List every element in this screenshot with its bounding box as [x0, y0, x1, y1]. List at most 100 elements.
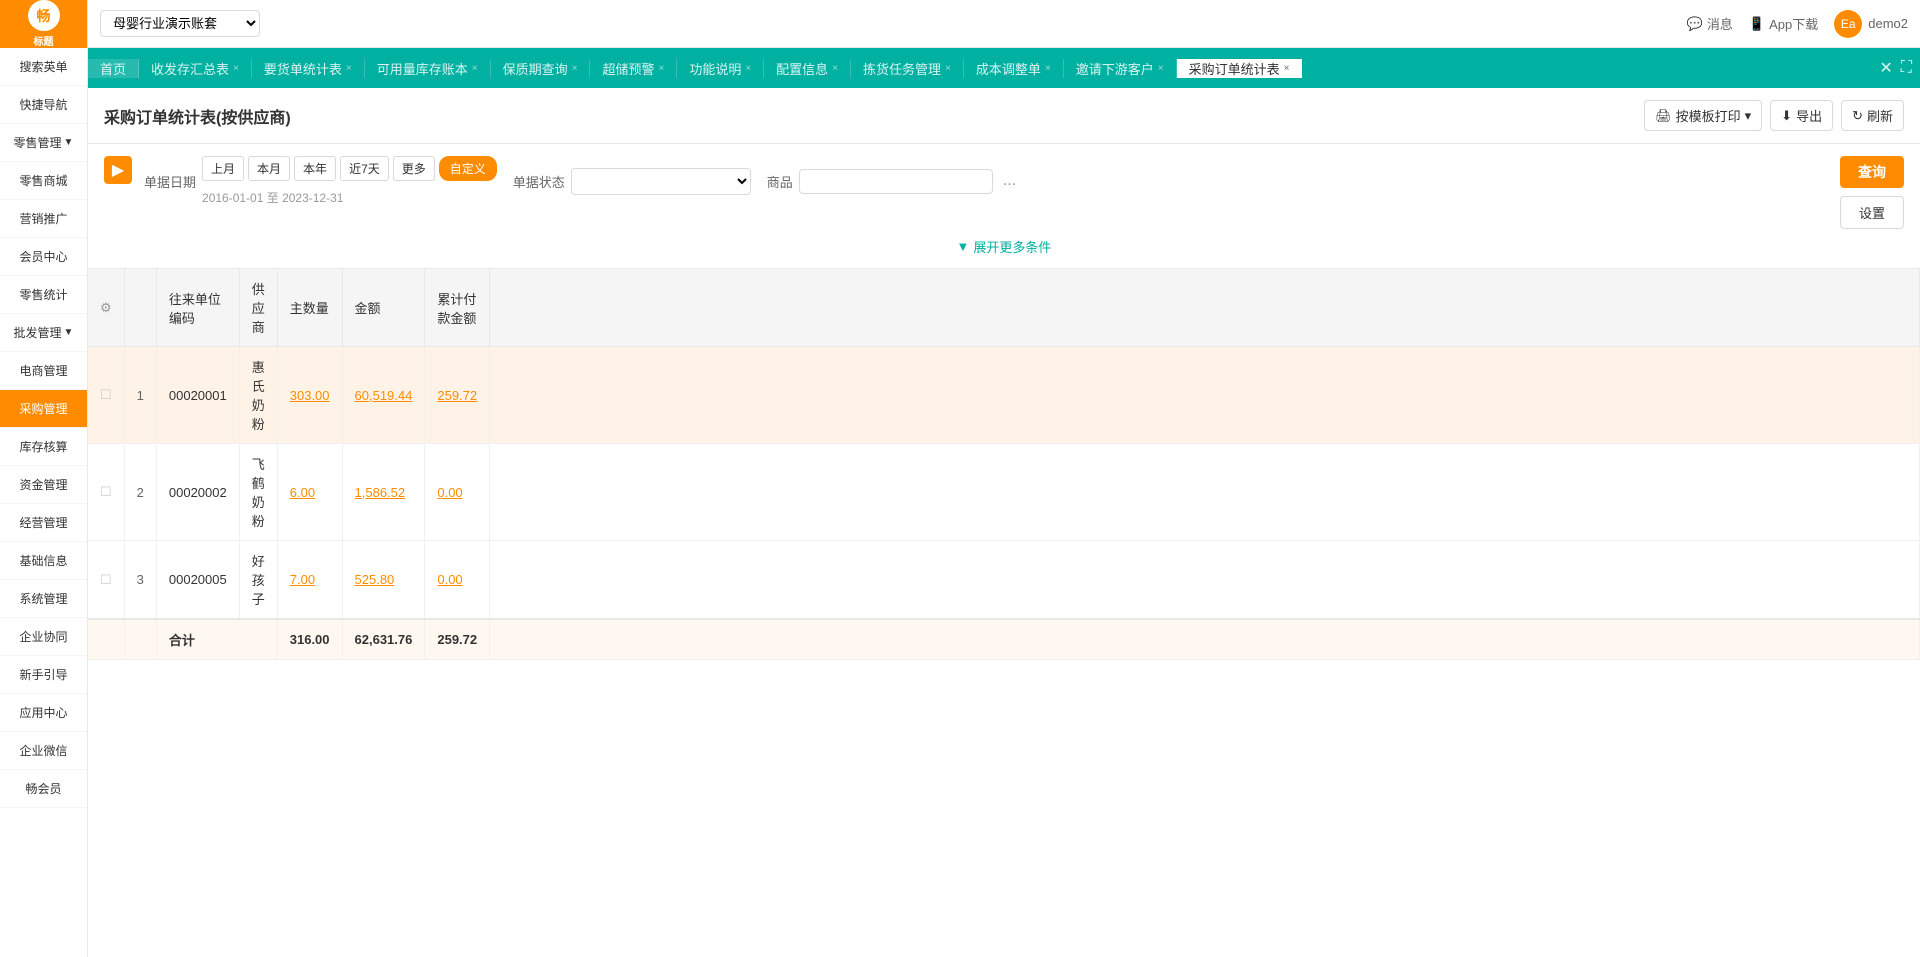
status-filter-select[interactable] [571, 168, 751, 195]
top-header-left: 母婴行业演示账套 [100, 10, 260, 37]
app-download-button[interactable]: 📱 App下载 [1749, 14, 1818, 33]
tab-maximize-icon[interactable]: ⛶ [1901, 59, 1912, 77]
sidebar-item-system[interactable]: 系统管理 [0, 580, 87, 618]
tab-warranty-query[interactable]: 保质期查询 × [491, 59, 591, 78]
footer-paid-amount: 259.72 [425, 619, 490, 660]
settings-icon[interactable]: ⚙ [100, 300, 112, 315]
row-amount-1: 1,586.52 [342, 444, 425, 541]
date-btn-more[interactable]: 更多 [393, 156, 435, 181]
tab-close-overstock-warning[interactable]: × [658, 63, 664, 74]
sidebar-item-member[interactable]: 会员中心 [0, 238, 87, 276]
refresh-button[interactable]: ↻ 刷新 [1841, 100, 1904, 131]
tab-close-inventory-ledger[interactable]: × [472, 63, 478, 74]
template-print-button[interactable]: 🖨 按模板打印 ▾ [1644, 100, 1762, 131]
goods-filter-input[interactable] [799, 169, 993, 194]
row-check-1[interactable]: ☐ [88, 444, 124, 541]
query-button[interactable]: 查询 [1840, 156, 1904, 188]
row-main-qty-link-0[interactable]: 303.00 [290, 388, 330, 403]
row-amount-link-2[interactable]: 525.80 [355, 572, 395, 587]
sidebar-item-basics[interactable]: 基础信息 [0, 542, 87, 580]
filter-bar: ▶ 单据日期 上月 本月 本年 近7天 更多 自定义 [88, 144, 1920, 269]
tab-function-desc[interactable]: 功能说明 × [677, 59, 764, 78]
sidebar-item-enterprise-wechat[interactable]: 企业微信 [0, 732, 87, 770]
export-button[interactable]: ⬇ 导出 [1770, 100, 1833, 131]
tab-close-collect-summary[interactable]: × [233, 63, 239, 74]
footer-amount: 62,631.76 [342, 619, 425, 660]
tab-invite-downstream[interactable]: 邀请下游客户 × [1064, 59, 1177, 78]
tab-collect-summary[interactable]: 收发存汇总表 × [139, 59, 252, 78]
sidebar-item-wholesale[interactable]: 批发管理▼ [0, 314, 87, 352]
sidebar-item-retail-shop[interactable]: 零售商城 [0, 162, 87, 200]
user-menu[interactable]: Ea demo2 [1834, 10, 1908, 38]
tab-order-summary[interactable]: 要货单统计表 × [252, 59, 365, 78]
tab-label-pickup-task: 拣货任务管理 [863, 59, 941, 78]
tab-close-warranty-query[interactable]: × [572, 63, 578, 74]
setting-button[interactable]: 设置 [1840, 196, 1904, 229]
table-footer: 合计 316.00 62,631.76 259.72 [88, 619, 1920, 660]
row-paid-link-0[interactable]: 259.72 [437, 388, 477, 403]
footer-num [124, 619, 156, 660]
row-main-qty-link-1[interactable]: 6.00 [290, 485, 315, 500]
sidebar-item-inventory[interactable]: 库存核算 [0, 428, 87, 466]
table-header: ⚙ 往来单位编码 供应商 主数量 金额 累计付款金额 [88, 269, 1920, 347]
date-btn-last-month[interactable]: 上月 [202, 156, 244, 181]
sidebar-item-quick-nav[interactable]: 快捷导航 [0, 86, 87, 124]
row-unit-code-0: 00020001 [156, 347, 239, 444]
row-check-0[interactable]: ☐ [88, 347, 124, 444]
top-header: 母婴行业演示账套 💬 消息 📱 App下载 Ea demo2 [88, 0, 1920, 48]
sidebar-item-retail-stat[interactable]: 零售统计 [0, 276, 87, 314]
row-main-qty-2: 7.00 [277, 541, 342, 620]
tab-close-invite-downstream[interactable]: × [1158, 63, 1164, 74]
tab-inventory-ledger[interactable]: 可用量库存账本 × [365, 59, 491, 78]
refresh-icon: ↻ [1852, 108, 1863, 124]
row-main-qty-link-2[interactable]: 7.00 [290, 572, 315, 587]
tab-purchase-summary[interactable]: 采购订单统计表 × [1177, 59, 1303, 78]
row-amount-link-0[interactable]: 60,519.44 [355, 388, 413, 403]
tab-close-function-desc[interactable]: × [745, 63, 751, 74]
date-btn-7days[interactable]: 近7天 [340, 156, 389, 181]
message-button[interactable]: 💬 消息 [1687, 14, 1733, 33]
sidebar-item-purchase[interactable]: 采购管理 [0, 390, 87, 428]
tab-config-info[interactable]: 配置信息 × [764, 59, 851, 78]
tab-close-order-summary[interactable]: × [346, 63, 352, 74]
tab-cost-adjust[interactable]: 成本调整单 × [964, 59, 1064, 78]
sidebar-item-newbie[interactable]: 新手引导 [0, 656, 87, 694]
template-print-arrow: ▾ [1745, 108, 1752, 124]
row-unit-code-1: 00020002 [156, 444, 239, 541]
sidebar-item-marketing[interactable]: 营销推广 [0, 200, 87, 238]
row-amount-link-1[interactable]: 1,586.52 [355, 485, 406, 500]
expand-more-button[interactable]: ▼ 展开更多条件 [957, 237, 1052, 256]
tab-home[interactable]: 首页 [88, 59, 139, 78]
filter-toggle-button[interactable]: ▶ [104, 156, 132, 184]
tab-close-all-icon[interactable]: ✕ [1879, 58, 1892, 78]
sidebar-item-app-center[interactable]: 应用中心 [0, 694, 87, 732]
sidebar-item-operations[interactable]: 经营管理 [0, 504, 87, 542]
sidebar-item-finance[interactable]: 资金管理 [0, 466, 87, 504]
table-header-row: ⚙ 往来单位编码 供应商 主数量 金额 累计付款金额 [88, 269, 1920, 347]
date-btn-this-year[interactable]: 本年 [294, 156, 336, 181]
date-btn-custom[interactable]: 自定义 [439, 156, 497, 181]
sidebar-item-enterprise[interactable]: 企业协同 [0, 618, 87, 656]
date-btn-this-month[interactable]: 本月 [248, 156, 290, 181]
tab-close-pickup-task[interactable]: × [945, 63, 951, 74]
page-title: 采购订单统计表(按供应商) [104, 104, 291, 140]
sidebar-item-vip[interactable]: 畅会员 [0, 770, 87, 808]
goods-filter-dots[interactable]: ... [1003, 172, 1016, 190]
tab-pickup-task[interactable]: 拣货任务管理 × [851, 59, 964, 78]
sidebar-item-search[interactable]: 搜索英单 [0, 48, 87, 86]
tab-close-config-info[interactable]: × [832, 63, 838, 74]
store-select[interactable]: 母婴行业演示账套 [100, 10, 260, 37]
expand-icon: ▼ [957, 239, 970, 254]
row-paid-link-1[interactable]: 0.00 [437, 485, 462, 500]
goods-filter-label: 商品 [767, 172, 793, 191]
tab-overstock-warning[interactable]: 超储预警 × [590, 59, 677, 78]
sidebar-item-retail[interactable]: 零售管理▼ [0, 124, 87, 162]
row-paid-link-2[interactable]: 0.00 [437, 572, 462, 587]
tab-close-cost-adjust[interactable]: × [1045, 63, 1051, 74]
row-supplier-2: 好孩子 [239, 541, 277, 620]
tab-close-purchase-summary[interactable]: × [1284, 63, 1290, 74]
table-footer-row: 合计 316.00 62,631.76 259.72 [88, 619, 1920, 660]
sidebar-item-ecommerce[interactable]: 电商管理 [0, 352, 87, 390]
col-main-qty-header: 主数量 [277, 269, 342, 347]
row-check-2[interactable]: ☐ [88, 541, 124, 620]
